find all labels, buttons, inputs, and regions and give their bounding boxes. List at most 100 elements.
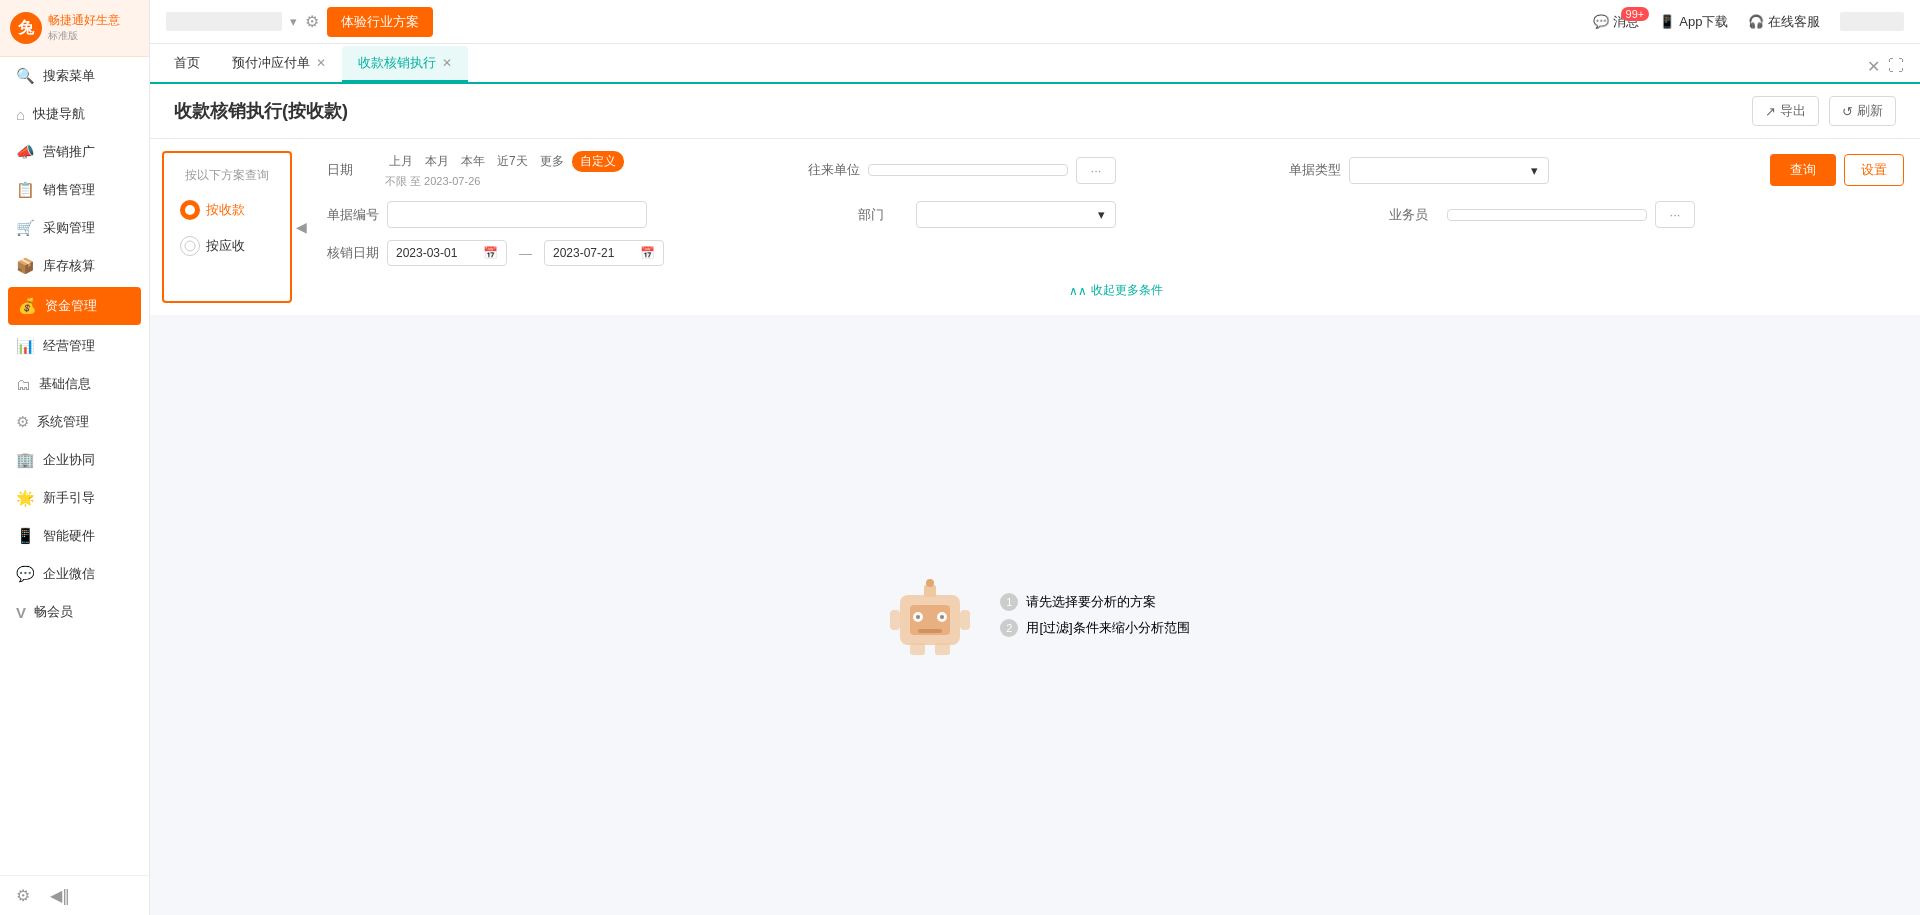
- sidebar-item-label: 基础信息: [39, 375, 91, 393]
- shortcut-this-month[interactable]: 本月: [421, 151, 453, 172]
- sidebar-item-inventory[interactable]: 📦 库存核算: [0, 247, 149, 285]
- verify-date-end[interactable]: 2023-07-21 📅: [544, 240, 664, 266]
- message-icon: 💬: [1593, 14, 1609, 29]
- salesperson-ellipsis[interactable]: ···: [1655, 201, 1695, 228]
- sidebar-item-guide[interactable]: 🌟 新手引导: [0, 479, 149, 517]
- sidebar-item-label: 企业协同: [43, 451, 95, 469]
- collapse-label: 收起更多条件: [1091, 282, 1163, 299]
- tab-receipt[interactable]: 收款核销执行 ✕: [342, 46, 468, 82]
- operation-icon: 📊: [16, 337, 35, 355]
- marketing-icon: 📣: [16, 143, 35, 161]
- shortcut-this-year[interactable]: 本年: [457, 151, 489, 172]
- date-shortcut-group: 上月 本月 本年 近7天 更多 自定义: [385, 151, 624, 172]
- counterparty-label: 往来单位: [808, 161, 860, 179]
- tab-prepay[interactable]: 预付冲应付单 ✕: [216, 46, 342, 82]
- main-area: ▾ ⚙ 体验行业方案 💬 消息 99+ 📱 App下载 🎧 在线客服 首页: [150, 0, 1920, 915]
- user-label: [1840, 12, 1904, 31]
- dropdown-icon[interactable]: ▾: [290, 14, 297, 29]
- counterparty-input[interactable]: [868, 164, 1068, 176]
- logo-icon: 兔: [10, 12, 42, 44]
- receipt-option-icon: [180, 200, 200, 220]
- sidebar-item-sales[interactable]: 📋 销售管理: [0, 171, 149, 209]
- verify-date-field: 核销日期 2023-03-01 📅 — 2023-07-21 📅: [327, 240, 1904, 266]
- sidebar-item-label: 经营管理: [43, 337, 95, 355]
- sidebar-item-purchase[interactable]: 🛒 采购管理: [0, 209, 149, 247]
- sidebar-item-label: 智能硬件: [43, 527, 95, 545]
- export-button[interactable]: ↗ 导出: [1752, 96, 1819, 126]
- salesperson-input[interactable]: [1447, 209, 1647, 221]
- gear-icon[interactable]: ⚙: [305, 12, 319, 31]
- tab-prepay-close[interactable]: ✕: [316, 56, 326, 70]
- sidebar-item-label: 销售管理: [43, 181, 95, 199]
- sidebar-item-shortcut[interactable]: ⌂ 快捷导航: [0, 95, 149, 133]
- solution-button[interactable]: 体验行业方案: [327, 7, 433, 37]
- tab-home[interactable]: 首页: [158, 46, 216, 82]
- svg-rect-14: [935, 643, 950, 655]
- tab-receipt-close[interactable]: ✕: [442, 56, 452, 70]
- shortcut-7days[interactable]: 近7天: [493, 151, 532, 172]
- logo-title: 畅捷通好生意: [48, 13, 120, 29]
- step-num-1: 1: [1000, 593, 1018, 611]
- shortcut-custom[interactable]: 自定义: [572, 151, 624, 172]
- svg-point-10: [926, 579, 934, 587]
- tab-bar: 首页 预付冲应付单 ✕ 收款核销执行 ✕ ✕ ⛶: [150, 44, 1920, 84]
- sidebar: 兔 畅捷通好生意 标准版 🔍 搜索菜单 ⌂ 快捷导航 📣 营销推广 📋 销售管理…: [0, 0, 150, 915]
- sidebar-item-marketing[interactable]: 📣 营销推广: [0, 133, 149, 171]
- filter-option-receivable-label: 按应收: [206, 237, 245, 255]
- online-service-button[interactable]: 🎧 在线客服: [1748, 13, 1820, 31]
- shortcut-last-month[interactable]: 上月: [385, 151, 417, 172]
- step-num-2: 2: [1000, 619, 1018, 637]
- counterparty-ellipsis[interactable]: ···: [1076, 157, 1116, 184]
- message-badge: 99+: [1621, 7, 1650, 21]
- filter-form: 日期 上月 本月 本年 近7天 更多 自定义 不限 至 2023-07-26: [311, 139, 1920, 315]
- empty-step1-text: 请先选择要分析的方案: [1026, 593, 1156, 611]
- export-icon: ↗: [1765, 104, 1776, 119]
- doc-type-select[interactable]: ▾: [1349, 157, 1549, 184]
- sidebar-item-operation[interactable]: 📊 经营管理: [0, 327, 149, 365]
- doc-no-input[interactable]: [387, 201, 647, 228]
- sidebar-item-label: 库存核算: [43, 257, 95, 275]
- query-button[interactable]: 查询: [1770, 154, 1836, 186]
- filter-option-receivable[interactable]: 按应收: [164, 228, 290, 264]
- calendar-end-icon[interactable]: 📅: [640, 246, 655, 260]
- date-limit: 不限 至 2023-07-26: [385, 174, 624, 189]
- header-left: ▾ ⚙ 体验行业方案: [166, 7, 433, 37]
- sidebar-item-enterprise[interactable]: 🏢 企业协同: [0, 441, 149, 479]
- logo-area: 兔 畅捷通好生意 标准版: [0, 0, 149, 57]
- sidebar-item-search[interactable]: 🔍 搜索菜单: [0, 57, 149, 95]
- brand-label: [166, 12, 282, 31]
- doc-type-field: 单据类型 ▾: [1289, 157, 1754, 184]
- page-actions: ↗ 导出 ↺ 刷新: [1752, 96, 1896, 126]
- collapse-sidebar-icon[interactable]: ◀‖: [50, 886, 70, 905]
- date-field: 日期 上月 本月 本年 近7天 更多 自定义 不限 至 2023-07-26: [327, 151, 792, 189]
- refresh-button[interactable]: ↺ 刷新: [1829, 96, 1896, 126]
- tab-maximize-action[interactable]: ⛶: [1888, 57, 1904, 76]
- settings-bottom-icon[interactable]: ⚙: [16, 886, 30, 905]
- app-label: App下载: [1679, 13, 1728, 31]
- setting-button[interactable]: 设置: [1844, 154, 1904, 186]
- verify-date-start[interactable]: 2023-03-01 📅: [387, 240, 507, 266]
- collapse-more-btn[interactable]: ∧∧ 收起更多条件: [327, 278, 1904, 303]
- collapse-icon: ∧∧: [1069, 284, 1087, 298]
- filter-row-2: 单据编号 部门 ▾ 业务员 ···: [327, 201, 1904, 228]
- sidebar-item-system[interactable]: ⚙ 系统管理: [0, 403, 149, 441]
- shortcut-more[interactable]: 更多: [536, 151, 568, 172]
- refresh-icon: ↺: [1842, 104, 1853, 119]
- sidebar-item-basic[interactable]: 🗂 基础信息: [0, 365, 149, 403]
- sidebar-item-hardware[interactable]: 📱 智能硬件: [0, 517, 149, 555]
- dept-select[interactable]: ▾: [916, 201, 1116, 228]
- dept-dropdown-icon: ▾: [1098, 207, 1105, 222]
- sidebar-item-wechat[interactable]: 💬 企业微信: [0, 555, 149, 593]
- tab-close-action[interactable]: ✕: [1867, 57, 1880, 76]
- receivable-option-icon: [180, 236, 200, 256]
- filter-option-receipt[interactable]: 按收款: [164, 192, 290, 228]
- calendar-start-icon[interactable]: 📅: [483, 246, 498, 260]
- collapse-arrow[interactable]: ◀: [292, 139, 311, 315]
- salesperson-field: 业务员 ···: [1389, 201, 1904, 228]
- logo-text-block: 畅捷通好生意 标准版: [48, 13, 120, 43]
- sidebar-item-finance[interactable]: 💰 资金管理: [8, 287, 141, 325]
- app-download-button[interactable]: 📱 App下载: [1659, 13, 1728, 31]
- message-button[interactable]: 💬 消息 99+: [1593, 13, 1639, 31]
- svg-rect-12: [960, 610, 970, 630]
- sidebar-item-member[interactable]: V 畅会员: [0, 593, 149, 631]
